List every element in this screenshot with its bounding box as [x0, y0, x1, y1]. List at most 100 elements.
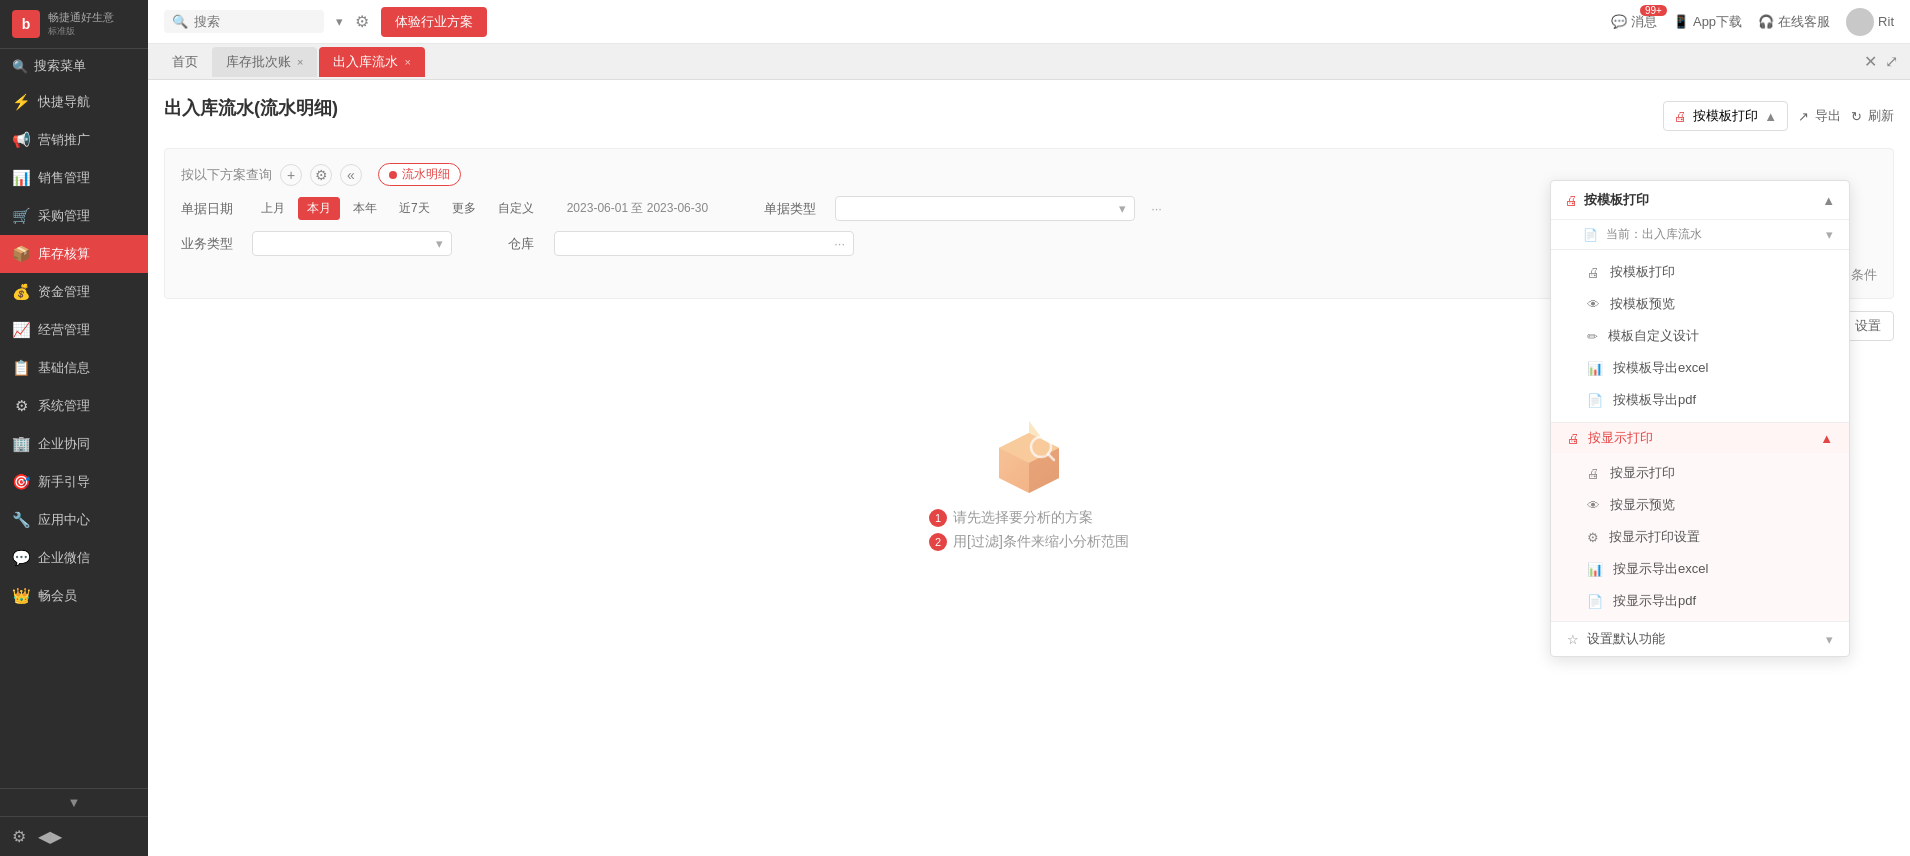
display-preview-item[interactable]: 👁 按显示预览	[1551, 489, 1849, 521]
doc-type-select[interactable]: ▾	[835, 196, 1135, 221]
sidebar-scroll-down[interactable]: ▼	[0, 788, 148, 816]
sidebar-item-operation[interactable]: 📈 经营管理	[0, 311, 148, 349]
tab-batch-label: 库存批次账	[226, 53, 291, 71]
sidebar-item-enterprise[interactable]: 🏢 企业协同	[0, 425, 148, 463]
display-export-excel-item[interactable]: 📊 按显示导出excel	[1551, 553, 1849, 585]
sidebar-item-basic[interactable]: 📋 基础信息	[0, 349, 148, 387]
print-panel-icon: 🖨	[1565, 193, 1578, 208]
sidebar-item-label: 资金管理	[38, 283, 90, 301]
search-icon: 🔍	[12, 59, 28, 74]
dropdown-header-left: 🖨 按模板打印	[1565, 191, 1649, 209]
filter-tag[interactable]: 流水明细	[378, 163, 461, 186]
trial-btn[interactable]: 体验行业方案	[381, 7, 487, 37]
display-print-item[interactable]: 🖨 按显示打印	[1551, 457, 1849, 489]
dropdown-current-item[interactable]: 📄 当前：出入库流水 ▾	[1551, 220, 1849, 250]
display-print-settings-label: 按显示打印设置	[1609, 528, 1700, 546]
settings-bottom-icon[interactable]: ⚙	[12, 827, 26, 846]
operation-icon: 📈	[12, 321, 30, 339]
tab-flow-label: 出入库流水	[333, 53, 398, 71]
tab-flow-close[interactable]: ×	[404, 56, 410, 68]
step1-icon: 1	[929, 509, 947, 527]
template-custom-item[interactable]: ✏ 模板自定义设计	[1551, 320, 1849, 352]
filter-settings-btn[interactable]: ⚙	[310, 164, 332, 186]
date-recent7[interactable]: 近7天	[390, 197, 439, 220]
date-more[interactable]: 更多	[443, 197, 485, 220]
sidebar-item-member[interactable]: 👑 畅会员	[0, 577, 148, 615]
topbar-dropdown-icon[interactable]: ▾	[336, 14, 343, 29]
message-badge: 99+	[1640, 5, 1667, 16]
tab-home[interactable]: 首页	[160, 47, 210, 77]
date-this-year[interactable]: 本年	[344, 197, 386, 220]
sidebar-item-guide[interactable]: 🎯 新手引导	[0, 463, 148, 501]
tab-right-actions: ✕ ⤢	[1864, 52, 1898, 71]
sidebar-item-purchase[interactable]: 🛒 采购管理	[0, 197, 148, 235]
export-label: 导出	[1815, 107, 1841, 125]
sidebar-item-wechat[interactable]: 💬 企业微信	[0, 539, 148, 577]
tab-close-all-icon[interactable]: ✕	[1864, 52, 1877, 71]
topbar-gear-icon[interactable]: ⚙	[355, 12, 369, 31]
dropdown-header-chevron-up[interactable]: ▲	[1822, 193, 1835, 208]
topbar-user[interactable]: Rit	[1846, 8, 1894, 36]
template-custom-icon: ✏	[1587, 329, 1598, 344]
display-section-chevron-up: ▲	[1820, 431, 1833, 446]
date-prev-month[interactable]: 上月	[252, 197, 294, 220]
collapse-sidebar-icon[interactable]: ◀▶	[38, 827, 62, 846]
guide-icon: 🎯	[12, 473, 30, 491]
sidebar-item-finance[interactable]: 💰 资金管理	[0, 273, 148, 311]
tab-batch-close[interactable]: ×	[297, 56, 303, 68]
display-print-settings-item[interactable]: ⚙ 按显示打印设置	[1551, 521, 1849, 553]
template-preview-item[interactable]: 👁 按模板预览	[1551, 288, 1849, 320]
topbar-app-download[interactable]: 📱 App下载	[1673, 13, 1742, 31]
sidebar-item-inventory[interactable]: 📦 库存核算	[0, 235, 148, 273]
sidebar-item-marketing[interactable]: 📢 营销推广	[0, 121, 148, 159]
doc-type-label: 单据类型	[764, 200, 819, 218]
filter-add-btn[interactable]: +	[280, 164, 302, 186]
topbar-search-box[interactable]: 🔍	[164, 10, 324, 33]
template-custom-label: 模板自定义设计	[1608, 327, 1699, 345]
sidebar-item-system[interactable]: ⚙ 系统管理	[0, 387, 148, 425]
search-input[interactable]	[194, 14, 294, 29]
app-logo-icon: b	[12, 10, 40, 38]
template-export-pdf-icon: 📄	[1587, 393, 1603, 408]
sidebar-item-sales[interactable]: 📊 销售管理	[0, 159, 148, 197]
display-print-icon: 🖨	[1587, 466, 1600, 481]
basic-icon: 📋	[12, 359, 30, 377]
user-name: Rit	[1878, 14, 1894, 29]
current-item-icon: 📄	[1583, 228, 1598, 242]
display-export-pdf-item[interactable]: 📄 按显示导出pdf	[1551, 585, 1849, 617]
warehouse-select[interactable]: ···	[554, 231, 854, 256]
template-print-item[interactable]: 🖨 按模板打印	[1551, 256, 1849, 288]
ellipsis-doc-type: ···	[1151, 201, 1162, 216]
sidebar-item-shortcut[interactable]: ⚡ 快捷导航	[0, 83, 148, 121]
sidebar-search[interactable]: 🔍 搜索菜单	[0, 49, 148, 83]
topbar-message[interactable]: 💬 消息 99+	[1611, 13, 1657, 31]
print-template-btn[interactable]: 🖨 按模板打印 ▲	[1663, 101, 1788, 131]
shortcut-icon: ⚡	[12, 93, 30, 111]
dropdown-header-title: 按模板打印	[1584, 191, 1649, 209]
main-area: 🔍 ▾ ⚙ 体验行业方案 💬 消息 99+ 📱 App下载 🎧 在线客服 Rit	[148, 0, 1910, 856]
refresh-btn[interactable]: ↻ 刷新	[1851, 107, 1894, 125]
print-btn-label: 按模板打印	[1693, 107, 1758, 125]
empty-hint-2: 2 用[过滤]条件来缩小分析范围	[929, 533, 1129, 551]
marketing-icon: 📢	[12, 131, 30, 149]
empty-illustration	[989, 413, 1069, 493]
template-preview-icon: 👁	[1587, 297, 1600, 312]
dropdown-footer[interactable]: ☆ 设置默认功能 ▾	[1551, 621, 1849, 656]
date-custom[interactable]: 自定义	[489, 197, 543, 220]
empty-hint-1: 1 请先选择要分析的方案	[929, 509, 1093, 527]
tab-batch[interactable]: 库存批次账 ×	[212, 47, 317, 77]
export-btn[interactable]: ↗ 导出	[1798, 107, 1841, 125]
display-print-section-label: 按显示打印	[1588, 429, 1653, 447]
date-this-month[interactable]: 本月	[298, 197, 340, 220]
display-print-section-header[interactable]: 🖨 按显示打印 ▲	[1551, 423, 1849, 453]
print-chevron-up-icon: ▲	[1764, 109, 1777, 124]
topbar-online-service[interactable]: 🎧 在线客服	[1758, 13, 1830, 31]
template-export-excel-item[interactable]: 📊 按模板导出excel	[1551, 352, 1849, 384]
filter-collapse-btn[interactable]: «	[340, 164, 362, 186]
sidebar-logo: b 畅捷通好生意 标准版	[0, 0, 148, 49]
tab-flow[interactable]: 出入库流水 ×	[319, 47, 424, 77]
sidebar-item-appstore[interactable]: 🔧 应用中心	[0, 501, 148, 539]
tab-expand-icon[interactable]: ⤢	[1885, 52, 1898, 71]
template-export-pdf-item[interactable]: 📄 按模板导出pdf	[1551, 384, 1849, 416]
business-type-select[interactable]: ▾	[252, 231, 452, 256]
